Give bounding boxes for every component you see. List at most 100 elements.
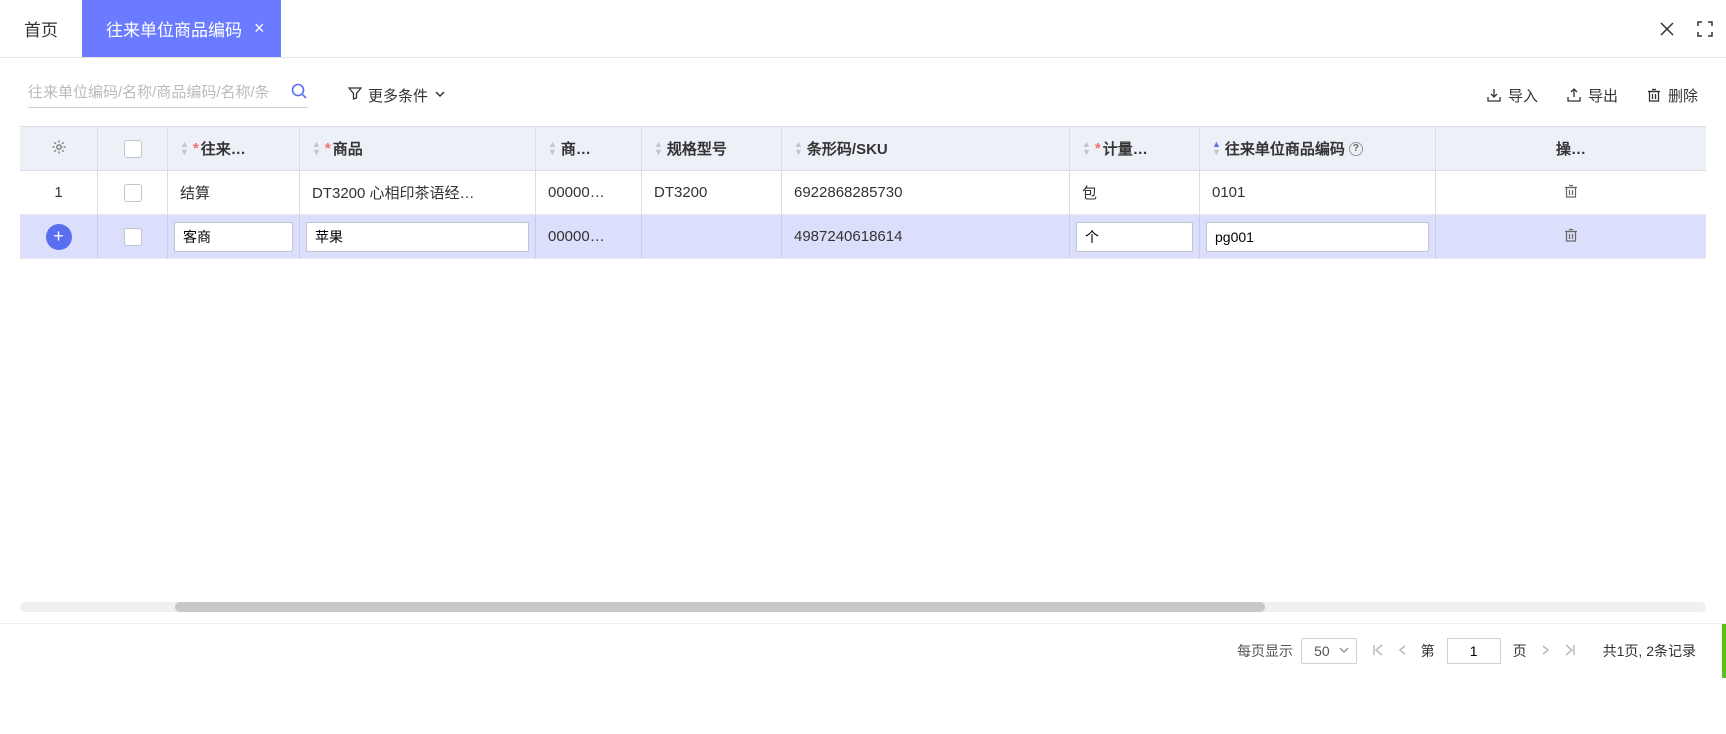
column-operation: 操… <box>1436 127 1706 170</box>
export-button[interactable]: 导出 <box>1566 85 1618 106</box>
row-checkbox[interactable] <box>124 184 142 202</box>
page-size-value: 50 <box>1314 643 1330 659</box>
sort-icon: ▲▼ <box>1212 140 1221 157</box>
row-index-value: 1 <box>54 184 62 201</box>
cell-barcode: 4987240618614 <box>782 215 1070 258</box>
column-settings[interactable] <box>20 127 98 170</box>
cell-product-value: DT3200 心相印茶语经… <box>312 182 475 203</box>
horizontal-scrollbar[interactable] <box>20 599 1706 615</box>
product-input[interactable] <box>306 222 529 252</box>
tab-bar: 首页 往来单位商品编码 × <box>0 0 1726 58</box>
cell-barcode-value: 6922868285730 <box>794 184 902 201</box>
column-product-num[interactable]: ▲▼ 商… <box>536 127 642 170</box>
column-party-code[interactable]: ▲▼ 往来单位商品编码 ? <box>1200 127 1436 170</box>
cell-uom[interactable] <box>1070 215 1200 258</box>
column-uom[interactable]: ▲▼ * 计量… <box>1070 127 1200 170</box>
cell-party[interactable]: 结算 <box>168 171 300 214</box>
party-code-input[interactable] <box>1206 222 1429 252</box>
table-row: 1 结算 DT3200 心相印茶语经… 00000… DT3200 <box>20 171 1706 215</box>
party-input[interactable] <box>174 222 293 252</box>
cell-party-code[interactable]: 0101 <box>1200 171 1436 214</box>
page-next-button[interactable] <box>1539 643 1551 659</box>
pagination-bar: 每页显示 50 第 页 共1页, 2条 <box>0 623 1726 678</box>
row-checkbox-cell[interactable] <box>98 215 168 258</box>
per-page-label: 每页显示 <box>1237 641 1293 661</box>
row-checkbox-cell[interactable] <box>98 171 168 214</box>
checkbox-all[interactable] <box>124 140 142 158</box>
row-delete-button[interactable] <box>1563 183 1579 203</box>
cell-operation <box>1436 171 1706 214</box>
search-icon[interactable] <box>290 82 308 103</box>
page-last-button[interactable] <box>1563 643 1577 660</box>
cell-product[interactable] <box>300 215 536 258</box>
cell-product-num-value: 00000… <box>548 228 605 245</box>
column-barcode[interactable]: ▲▼ 条形码/SKU <box>782 127 1070 170</box>
import-label: 导入 <box>1508 85 1538 106</box>
column-select-all[interactable] <box>98 127 168 170</box>
more-conditions-button[interactable]: 更多条件 <box>348 85 446 106</box>
gear-icon <box>51 139 67 159</box>
table: ▲▼ * 往来… ▲▼ * 商品 ▲▼ 商… ▲▼ 规格型号 <box>20 126 1706 429</box>
cell-uom[interactable]: 包 <box>1070 171 1200 214</box>
close-tab-icon[interactable]: × <box>254 18 265 39</box>
required-marker: * <box>325 140 331 157</box>
column-uom-label: 计量… <box>1103 138 1148 159</box>
export-icon <box>1566 87 1582 103</box>
cell-product-num: 00000… <box>536 215 642 258</box>
cell-barcode: 6922868285730 <box>782 171 1070 214</box>
trash-icon <box>1646 87 1662 103</box>
close-panel-icon[interactable] <box>1658 20 1676 38</box>
row-index: 1 <box>20 171 98 214</box>
column-operation-label: 操… <box>1556 138 1586 159</box>
sort-icon: ▲▼ <box>548 140 557 157</box>
scrollbar-track <box>20 602 1706 612</box>
import-button[interactable]: 导入 <box>1486 85 1538 106</box>
search-input[interactable] <box>28 84 284 101</box>
more-conditions-label: 更多条件 <box>368 85 428 106</box>
page-prefix: 第 <box>1421 641 1435 661</box>
help-icon[interactable]: ? <box>1349 142 1363 156</box>
tab-party-product-code[interactable]: 往来单位商品编码 × <box>82 0 281 57</box>
import-icon <box>1486 87 1502 103</box>
page-number-input[interactable] <box>1447 638 1501 664</box>
column-party-label: 往来… <box>201 138 246 159</box>
cell-party-value: 结算 <box>180 182 210 203</box>
sort-icon: ▲▼ <box>1082 140 1091 157</box>
page-first-button[interactable] <box>1371 643 1385 660</box>
column-product-num-label: 商… <box>561 138 591 159</box>
row-delete-button[interactable] <box>1563 227 1579 247</box>
column-spec[interactable]: ▲▼ 规格型号 <box>642 127 782 170</box>
export-label: 导出 <box>1588 85 1618 106</box>
cell-product-num: 00000… <box>536 171 642 214</box>
required-marker: * <box>1095 140 1101 157</box>
sort-icon: ▲▼ <box>180 140 189 157</box>
search-wrap <box>28 82 308 108</box>
sort-icon: ▲▼ <box>312 140 321 157</box>
delete-button[interactable]: 删除 <box>1646 85 1698 106</box>
chevron-down-icon <box>434 87 446 104</box>
cell-product[interactable]: DT3200 心相印茶语经… <box>300 171 536 214</box>
row-checkbox[interactable] <box>124 228 142 246</box>
fullscreen-icon[interactable] <box>1696 20 1714 38</box>
column-party[interactable]: ▲▼ * 往来… <box>168 127 300 170</box>
table-header: ▲▼ * 往来… ▲▼ * 商品 ▲▼ 商… ▲▼ 规格型号 <box>20 127 1706 171</box>
column-spec-label: 规格型号 <box>667 138 727 159</box>
content: 更多条件 导入 导出 删除 <box>0 58 1726 678</box>
column-product-label: 商品 <box>333 138 363 159</box>
add-row-button[interactable]: + <box>46 224 72 250</box>
pagination-summary: 共1页, 2条记录 <box>1603 641 1696 661</box>
column-barcode-label: 条形码/SKU <box>807 138 888 159</box>
chevron-down-icon <box>1338 643 1350 659</box>
uom-input[interactable] <box>1076 222 1193 252</box>
page-size-select[interactable]: 50 <box>1301 638 1357 664</box>
delete-label: 删除 <box>1668 85 1698 106</box>
tab-home[interactable]: 首页 <box>0 0 82 57</box>
scrollbar-thumb[interactable] <box>175 602 1265 612</box>
column-product[interactable]: ▲▼ * 商品 <box>300 127 536 170</box>
page-prev-button[interactable] <box>1397 643 1409 659</box>
tab-active-label: 往来单位商品编码 <box>106 16 242 41</box>
cell-party[interactable] <box>168 215 300 258</box>
cell-product-num-value: 00000… <box>548 184 605 201</box>
required-marker: * <box>193 140 199 157</box>
cell-party-code[interactable] <box>1200 215 1436 258</box>
